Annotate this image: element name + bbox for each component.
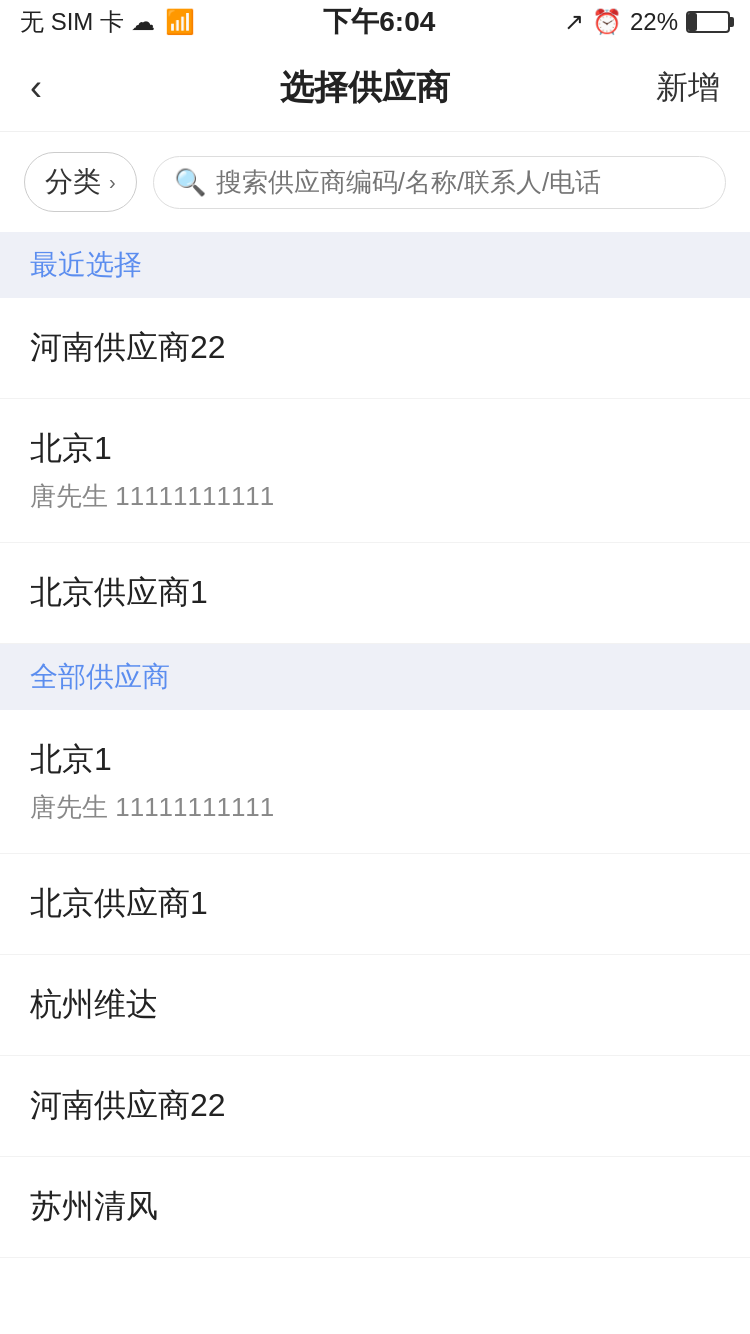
item-name: 河南供应商22 [30, 1084, 720, 1128]
nav-bar: ‹ 选择供应商 新增 [0, 44, 750, 132]
add-button[interactable]: 新增 [640, 66, 720, 110]
filter-bar: 分类 › 🔍 [0, 132, 750, 232]
page-title: 选择供应商 [90, 65, 640, 111]
wifi-icon: 📶 [165, 8, 195, 36]
all-section-label: 全部供应商 [30, 661, 170, 692]
item-name: 北京供应商1 [30, 571, 720, 615]
item-name: 苏州清风 [30, 1185, 720, 1229]
status-left: 无 SIM 卡 ☁ 📶 [20, 6, 195, 38]
search-box[interactable]: 🔍 [153, 156, 726, 209]
category-label: 分类 [45, 163, 101, 201]
battery-fill [688, 13, 697, 31]
item-name: 北京1 [30, 427, 720, 471]
item-sub: 唐先生 11111111111 [30, 479, 720, 514]
back-button[interactable]: ‹ [30, 67, 90, 109]
battery-percent: 22% [630, 8, 678, 36]
search-input[interactable] [216, 167, 705, 198]
item-name: 北京1 [30, 738, 720, 782]
alarm-icon: ⏰ [592, 8, 622, 36]
chevron-right-icon: › [109, 171, 116, 194]
all-section-header: 全部供应商 [0, 644, 750, 710]
recent-section-header: 最近选择 [0, 232, 750, 298]
list-item[interactable]: 河南供应商22 [0, 298, 750, 399]
all-list: 北京1 唐先生 11111111111 北京供应商1 杭州维达河南供应商22 苏州清风 [0, 710, 750, 1258]
location-icon: ↗ [564, 8, 584, 36]
category-button[interactable]: 分类 › [24, 152, 137, 212]
status-right: ↗ ⏰ 22% [564, 8, 730, 36]
battery-icon [686, 11, 730, 33]
status-time: 下午6:04 [323, 3, 435, 41]
list-item[interactable]: 河南供应商22 [0, 1056, 750, 1157]
sim-label: 无 SIM 卡 ☁ [20, 6, 155, 38]
recent-section-label: 最近选择 [30, 249, 142, 280]
item-name: 北京供应商1 [30, 882, 720, 926]
search-icon: 🔍 [174, 167, 206, 198]
list-item[interactable]: 北京1 唐先生 11111111111 [0, 710, 750, 854]
list-item[interactable]: 苏州清风 [0, 1157, 750, 1258]
list-item[interactable]: 杭州维达 [0, 955, 750, 1056]
recent-list: 河南供应商22 北京1 唐先生 11111111111 北京供应商1 [0, 298, 750, 644]
item-sub: 唐先生 11111111111 [30, 790, 720, 825]
list-item[interactable]: 北京1 唐先生 11111111111 [0, 399, 750, 543]
item-name: 河南供应商22 [30, 326, 720, 370]
status-bar: 无 SIM 卡 ☁ 📶 下午6:04 ↗ ⏰ 22% [0, 0, 750, 44]
list-item[interactable]: 北京供应商1 [0, 854, 750, 955]
list-item[interactable]: 北京供应商1 [0, 543, 750, 644]
item-name: 杭州维达 [30, 983, 720, 1027]
